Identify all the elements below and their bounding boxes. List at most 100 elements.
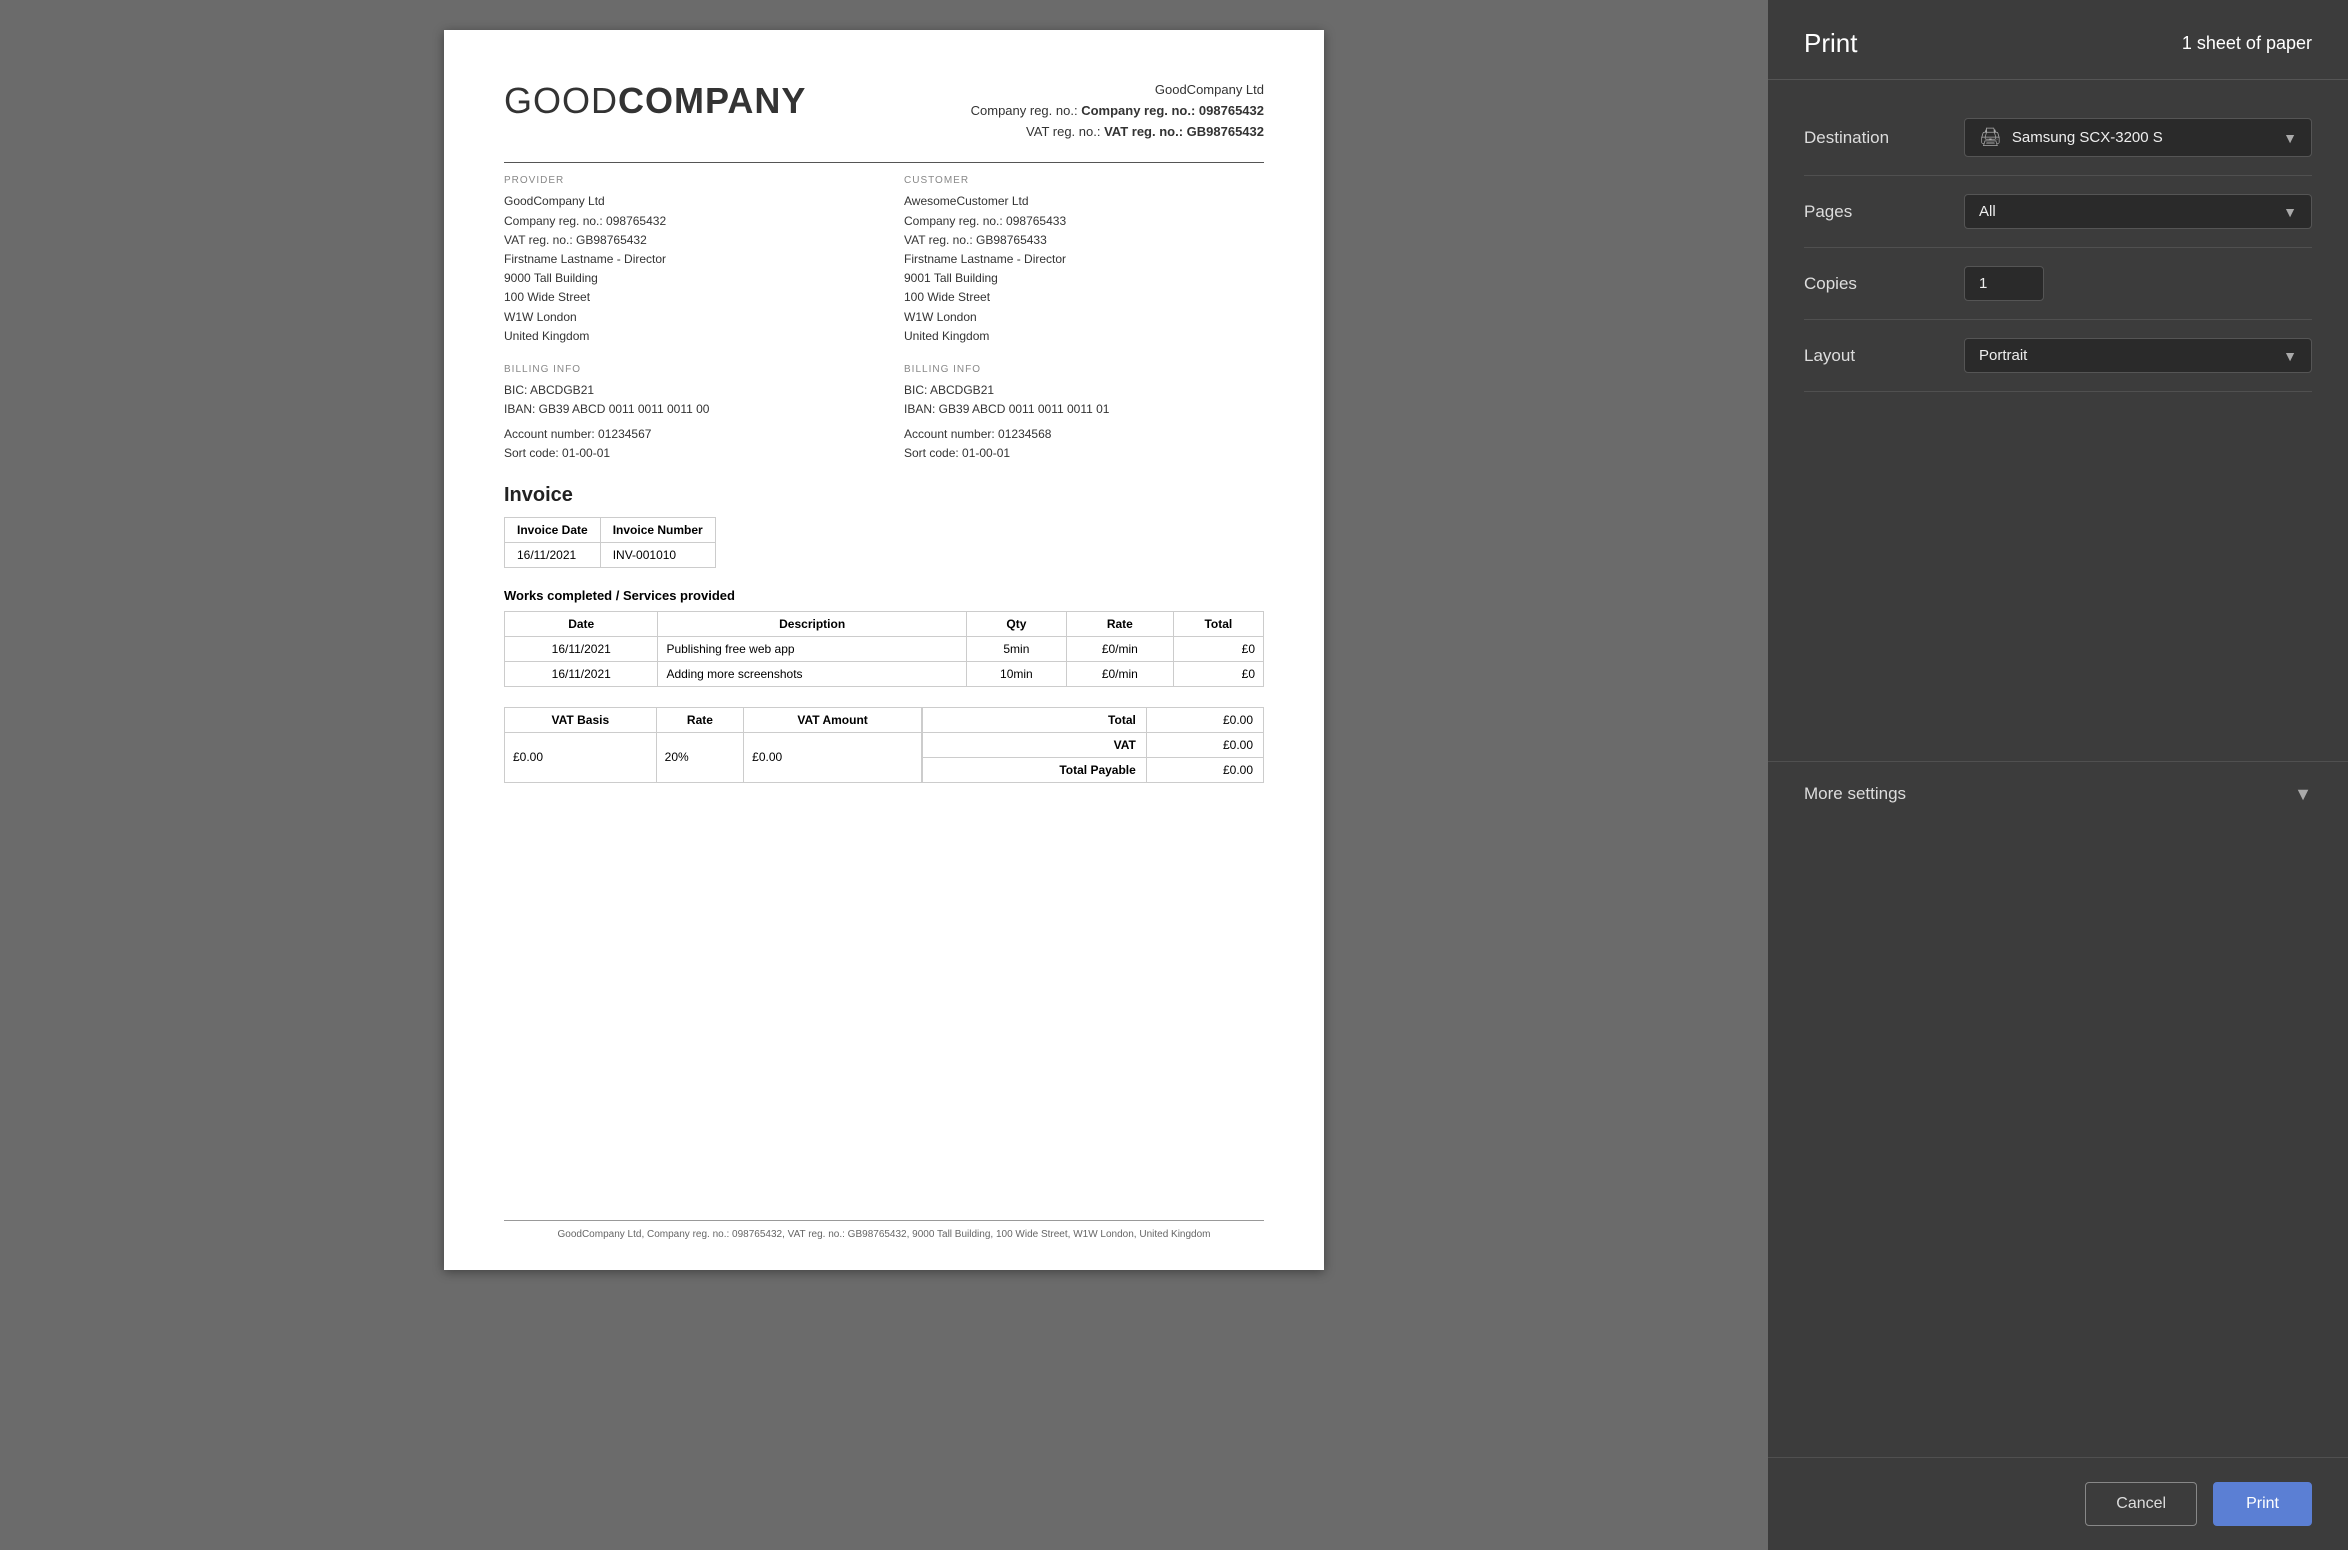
destination-row: Destination 🖨 Samsung SCX-3200 S ▼ [1804,100,2312,176]
vat-section: VAT Basis Rate VAT Amount £0.00 20% £0.0… [504,707,1264,783]
print-button[interactable]: Print [2213,1482,2312,1526]
invoice-paper: GOODCOMPANY GoodCompany Ltd Company reg.… [444,30,1324,1270]
vat-basis: £0.00 [505,732,657,782]
billing-provider-info: BIC: ABCDGB21 IBAN: GB39 ABCD 0011 0011 … [504,381,864,464]
chevron-down-icon: ▼ [2283,204,2297,220]
pages-value: All [1979,203,1996,220]
panel-footer: Cancel Print [1768,1457,2348,1550]
spacer [1768,827,2348,1458]
payable-row: Total Payable £0.00 [923,757,1264,782]
header-divider [504,162,1264,163]
sheet-count: 1 sheet of paper [2182,33,2312,54]
provider-info: GoodCompany Ltd Company reg. no.: 098765… [504,192,864,346]
header-vat: VAT reg. no.: VAT reg. no.: GB98765432 [971,122,1264,143]
svc-desc-2: Adding more screenshots [658,661,966,686]
billing-provider-col: BILLING INFO BIC: ABCDGB21 IBAN: GB39 AB… [504,364,864,464]
vat-total-value: £0.00 [1146,732,1263,757]
svc-header-desc: Description [658,611,966,636]
paper-footer: GoodCompany Ltd, Company reg. no.: 09876… [504,1220,1264,1240]
svc-total-1: £0 [1173,636,1263,661]
destination-select-inner: 🖨 Samsung SCX-3200 S [1979,127,2163,148]
layout-select[interactable]: Portrait ▼ [1964,338,2312,373]
logo-bold: COMPANY [618,80,806,121]
works-title: Works completed / Services provided [504,588,1264,603]
total-row: Total £0.00 [923,707,1264,732]
company-header-info: GoodCompany Ltd Company reg. no.: Compan… [971,80,1264,142]
pages-row: Pages All ▼ [1804,176,2312,248]
payable-value: £0.00 [1146,757,1263,782]
total-value: £0.00 [1146,707,1263,732]
more-settings-chevron-icon: ▼ [2294,784,2312,805]
layout-value: Portrait [1979,347,2027,364]
svc-date-2: 16/11/2021 [505,661,658,686]
printer-icon: 🖨 [1979,127,2002,148]
chevron-down-icon: ▼ [2283,348,2297,364]
totals-table: Total £0.00 VAT £0.00 Total Payable £0.0… [922,707,1264,783]
pages-label: Pages [1804,202,1964,222]
billing-label-1: BILLING INFO [504,364,864,375]
invoice-header: GOODCOMPANY GoodCompany Ltd Company reg.… [504,80,1264,142]
services-table: Date Description Qty Rate Total 16/11/20… [504,611,1264,687]
destination-control[interactable]: 🖨 Samsung SCX-3200 S ▼ [1964,118,2312,157]
meta-number: INV-001010 [600,542,715,567]
copies-label: Copies [1804,274,1964,294]
vat-total-row: VAT £0.00 [923,732,1264,757]
provider-col: PROVIDER GoodCompany Ltd Company reg. no… [504,175,864,346]
table-row: 16/11/2021 Publishing free web app 5min … [505,636,1264,661]
billing-section: BILLING INFO BIC: ABCDGB21 IBAN: GB39 AB… [504,364,1264,464]
print-panel-header: Print 1 sheet of paper [1768,0,2348,80]
customer-label: CUSTOMER [904,175,1264,186]
print-settings: Destination 🖨 Samsung SCX-3200 S ▼ Pages… [1768,80,2348,751]
print-title: Print [1804,28,1857,59]
vat-amount: £0.00 [744,732,922,782]
copies-control[interactable] [1964,266,2312,301]
svc-qty-2: 10min [966,661,1066,686]
meta-row: 16/11/2021 INV-001010 [505,542,716,567]
meta-date: 16/11/2021 [505,542,601,567]
pages-control[interactable]: All ▼ [1964,194,2312,229]
provider-label: PROVIDER [504,175,864,186]
svc-date-1: 16/11/2021 [505,636,658,661]
vat-header-amount: VAT Amount [744,707,922,732]
svc-total-2: £0 [1173,661,1263,686]
layout-row: Layout Portrait ▼ [1804,320,2312,392]
vat-rate: 20% [656,732,743,782]
destination-label: Destination [1804,128,1964,148]
billing-label-2: BILLING INFO [904,364,1264,375]
svc-header-date: Date [505,611,658,636]
meta-header-number: Invoice Number [600,517,715,542]
svc-rate-1: £0/min [1066,636,1173,661]
payable-label: Total Payable [923,757,1147,782]
svc-rate-2: £0/min [1066,661,1173,686]
svc-header-qty: Qty [966,611,1066,636]
svc-header-total: Total [1173,611,1263,636]
footer-text: GoodCompany Ltd, Company reg. no.: 09876… [558,1229,1211,1240]
header-company-name: GoodCompany Ltd [971,80,1264,101]
billing-customer-info: BIC: ABCDGB21 IBAN: GB39 ABCD 0011 0011 … [904,381,1264,464]
chevron-down-icon: ▼ [2283,130,2297,146]
copies-input[interactable] [1964,266,2044,301]
preview-area: GOODCOMPANY GoodCompany Ltd Company reg.… [0,0,1768,1550]
copies-row: Copies [1804,248,2312,320]
svc-desc-1: Publishing free web app [658,636,966,661]
customer-info: AwesomeCustomer Ltd Company reg. no.: 09… [904,192,1264,346]
total-label: Total [923,707,1147,732]
destination-select[interactable]: 🖨 Samsung SCX-3200 S ▼ [1964,118,2312,157]
destination-value: Samsung SCX-3200 S [2012,129,2163,146]
vat-header-rate: Rate [656,707,743,732]
invoice-meta-table: Invoice Date Invoice Number 16/11/2021 I… [504,517,716,568]
company-logo: GOODCOMPANY [504,80,806,122]
cancel-button[interactable]: Cancel [2085,1482,2197,1526]
layout-label: Layout [1804,346,1964,366]
more-settings-label: More settings [1804,784,1906,804]
svc-header-rate: Rate [1066,611,1173,636]
billing-customer-col: BILLING INFO BIC: ABCDGB21 IBAN: GB39 AB… [904,364,1264,464]
layout-control[interactable]: Portrait ▼ [1964,338,2312,373]
vat-header-basis: VAT Basis [505,707,657,732]
svc-qty-1: 5min [966,636,1066,661]
logo-light: GOOD [504,80,618,121]
meta-header-date: Invoice Date [505,517,601,542]
more-settings-row[interactable]: More settings ▼ [1768,761,2348,827]
pages-select[interactable]: All ▼ [1964,194,2312,229]
header-reg: Company reg. no.: Company reg. no.: 0987… [971,101,1264,122]
